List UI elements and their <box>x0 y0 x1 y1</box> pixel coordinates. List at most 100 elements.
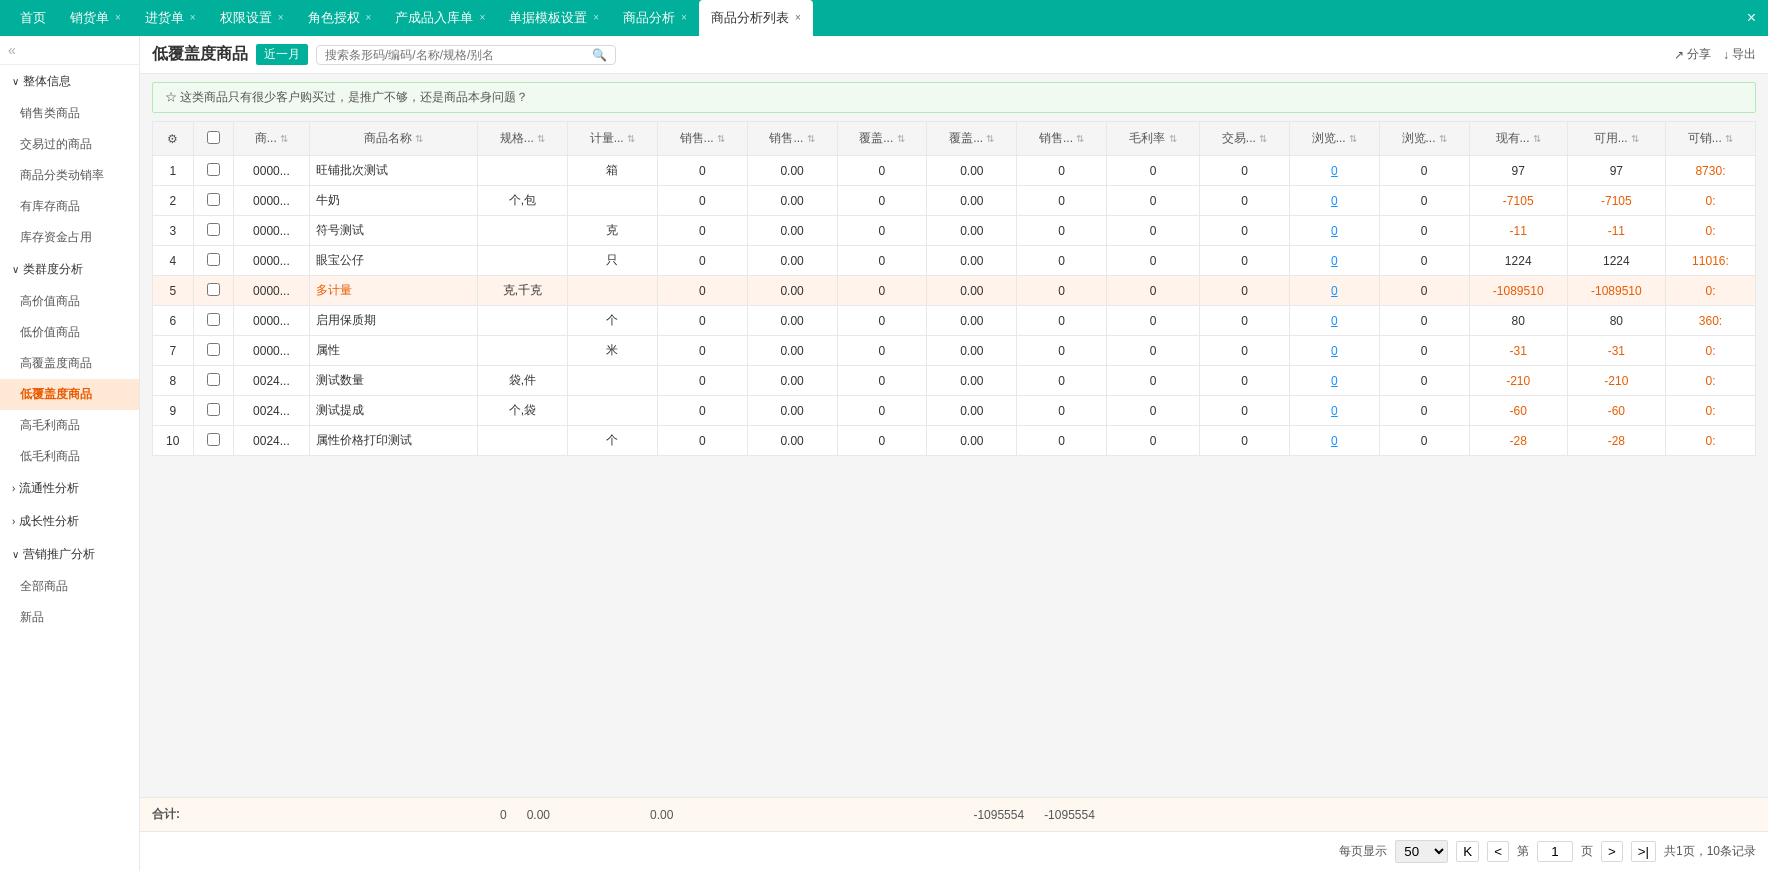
nav-product-analysis-list[interactable]: 商品分析列表 × <box>699 0 813 36</box>
row-browse1[interactable]: 0 <box>1289 186 1379 216</box>
sidebar-item-traded-goods[interactable]: 交易过的商品 <box>0 129 139 160</box>
next-page-button[interactable]: > <box>1601 841 1623 862</box>
row-coverage1: 0 <box>837 216 927 246</box>
share-button[interactable]: ↗ 分享 <box>1674 46 1711 63</box>
sidebar-item-instock-goods[interactable]: 有库存商品 <box>0 191 139 222</box>
sales-qty-column-header[interactable]: 销售... ⇅ <box>657 122 747 156</box>
nav-sales-order[interactable]: 销货单 × <box>58 0 133 36</box>
sidebar-item-sales-goods[interactable]: 销售类商品 <box>0 98 139 129</box>
row-browse1[interactable]: 0 <box>1289 366 1379 396</box>
browse1-column-header[interactable]: 浏览... ⇅ <box>1289 122 1379 156</box>
close-icon[interactable]: × <box>366 0 372 36</box>
nav-product-inbound[interactable]: 产成品入库单 × <box>383 0 497 36</box>
row-browse1[interactable]: 0 <box>1289 396 1379 426</box>
browse2-column-header[interactable]: 浏览... ⇅ <box>1379 122 1469 156</box>
export-button[interactable]: ↓ 导出 <box>1723 46 1756 63</box>
nav-template-settings[interactable]: 单据模板设置 × <box>497 0 611 36</box>
close-icon[interactable]: × <box>681 0 687 36</box>
sidebar-section-growth[interactable]: › 成长性分析 <box>0 505 139 538</box>
row-coverage2: 0.00 <box>927 366 1017 396</box>
page-input[interactable] <box>1537 841 1573 862</box>
close-icon[interactable]: × <box>479 0 485 36</box>
row-name[interactable]: 符号测试 <box>310 216 478 246</box>
row-checkbox[interactable] <box>193 186 233 216</box>
time-filter-badge[interactable]: 近一月 <box>256 44 308 65</box>
sidebar-section-marketing[interactable]: ∨ 营销推广分析 <box>0 538 139 571</box>
row-browse1[interactable]: 0 <box>1289 246 1379 276</box>
sidebar-item-high-gross[interactable]: 高毛利商品 <box>0 410 139 441</box>
available-column-header[interactable]: 可用... ⇅ <box>1567 122 1665 156</box>
coverage1-column-header[interactable]: 覆盖... ⇅ <box>837 122 927 156</box>
name-column-header[interactable]: 商品名称 ⇅ <box>310 122 478 156</box>
sales3-column-header[interactable]: 销售... ⇅ <box>1017 122 1107 156</box>
unit-column-header[interactable]: 计量... ⇅ <box>567 122 657 156</box>
row-name[interactable]: 牛奶 <box>310 186 478 216</box>
row-checkbox[interactable] <box>193 336 233 366</box>
nav-home[interactable]: 首页 <box>8 0 58 36</box>
code-column-header[interactable]: 商... ⇅ <box>233 122 310 156</box>
nav-purchase-order[interactable]: 进货单 × <box>133 0 208 36</box>
close-icon[interactable]: × <box>115 0 121 36</box>
row-browse1[interactable]: 0 <box>1289 216 1379 246</box>
search-input[interactable] <box>325 48 592 62</box>
row-num: 9 <box>153 396 194 426</box>
close-icon[interactable]: × <box>593 0 599 36</box>
sidebar-collapse-button[interactable]: « <box>8 42 16 58</box>
sidebar-item-high-coverage[interactable]: 高覆盖度商品 <box>0 348 139 379</box>
row-checkbox[interactable] <box>193 276 233 306</box>
current-column-header[interactable]: 现有... ⇅ <box>1469 122 1567 156</box>
per-page-select[interactable]: 50 20 100 <box>1395 840 1448 863</box>
close-icon[interactable]: × <box>795 0 801 36</box>
search-icon[interactable]: 🔍 <box>592 48 607 62</box>
row-browse1[interactable]: 0 <box>1289 156 1379 186</box>
sidebar-item-high-value[interactable]: 高价值商品 <box>0 286 139 317</box>
row-name[interactable]: 旺铺批次测试 <box>310 156 478 186</box>
nav-role-auth[interactable]: 角色授权 × <box>296 0 384 36</box>
row-name[interactable]: 属性价格打印测试 <box>310 426 478 456</box>
sidebar-section-circulation[interactable]: › 流通性分析 <box>0 472 139 505</box>
row-checkbox[interactable] <box>193 216 233 246</box>
sellable-column-header[interactable]: 可销... ⇅ <box>1665 122 1755 156</box>
settings-column-header[interactable]: ⚙ <box>153 122 194 156</box>
row-name[interactable]: 测试数量 <box>310 366 478 396</box>
row-name[interactable]: 多计量 <box>310 276 478 306</box>
last-page-button[interactable]: >| <box>1631 841 1656 862</box>
sidebar-item-category-rate[interactable]: 商品分类动销率 <box>0 160 139 191</box>
row-checkbox[interactable] <box>193 246 233 276</box>
row-name[interactable]: 属性 <box>310 336 478 366</box>
sidebar-item-all-goods[interactable]: 全部商品 <box>0 571 139 602</box>
row-browse1[interactable]: 0 <box>1289 426 1379 456</box>
sidebar-item-inventory-funds[interactable]: 库存资金占用 <box>0 222 139 253</box>
gross-rate-column-header[interactable]: 毛利率 ⇅ <box>1107 122 1200 156</box>
spec-column-header[interactable]: 规格... ⇅ <box>478 122 568 156</box>
nav-product-analysis[interactable]: 商品分析 × <box>611 0 699 36</box>
close-all-tabs-button[interactable]: × <box>1747 9 1756 27</box>
row-checkbox[interactable] <box>193 306 233 336</box>
close-icon[interactable]: × <box>190 0 196 36</box>
sidebar-section-overall[interactable]: ∨ 整体信息 <box>0 65 139 98</box>
sidebar-item-low-coverage[interactable]: 低覆盖度商品 <box>0 379 139 410</box>
settings-icon[interactable]: ⚙ <box>167 132 178 146</box>
row-browse1[interactable]: 0 <box>1289 306 1379 336</box>
sidebar-item-low-gross[interactable]: 低毛利商品 <box>0 441 139 472</box>
sales-amt-column-header[interactable]: 销售... ⇅ <box>747 122 837 156</box>
first-page-button[interactable]: K <box>1456 841 1479 862</box>
sidebar-section-cluster[interactable]: ∨ 类群度分析 <box>0 253 139 286</box>
row-checkbox[interactable] <box>193 156 233 186</box>
coverage2-column-header[interactable]: 覆盖... ⇅ <box>927 122 1017 156</box>
trade-column-header[interactable]: 交易... ⇅ <box>1200 122 1290 156</box>
row-name[interactable]: 测试提成 <box>310 396 478 426</box>
row-browse1[interactable]: 0 <box>1289 336 1379 366</box>
sidebar-item-new-goods[interactable]: 新品 <box>0 602 139 633</box>
row-checkbox[interactable] <box>193 426 233 456</box>
sidebar-item-low-value[interactable]: 低价值商品 <box>0 317 139 348</box>
row-checkbox[interactable] <box>193 366 233 396</box>
row-name[interactable]: 启用保质期 <box>310 306 478 336</box>
row-checkbox[interactable] <box>193 396 233 426</box>
select-all-checkbox[interactable] <box>207 131 220 144</box>
close-icon[interactable]: × <box>278 0 284 36</box>
row-browse1[interactable]: 0 <box>1289 276 1379 306</box>
prev-page-button[interactable]: < <box>1487 841 1509 862</box>
row-name[interactable]: 眼宝公仔 <box>310 246 478 276</box>
nav-permission-settings[interactable]: 权限设置 × <box>208 0 296 36</box>
